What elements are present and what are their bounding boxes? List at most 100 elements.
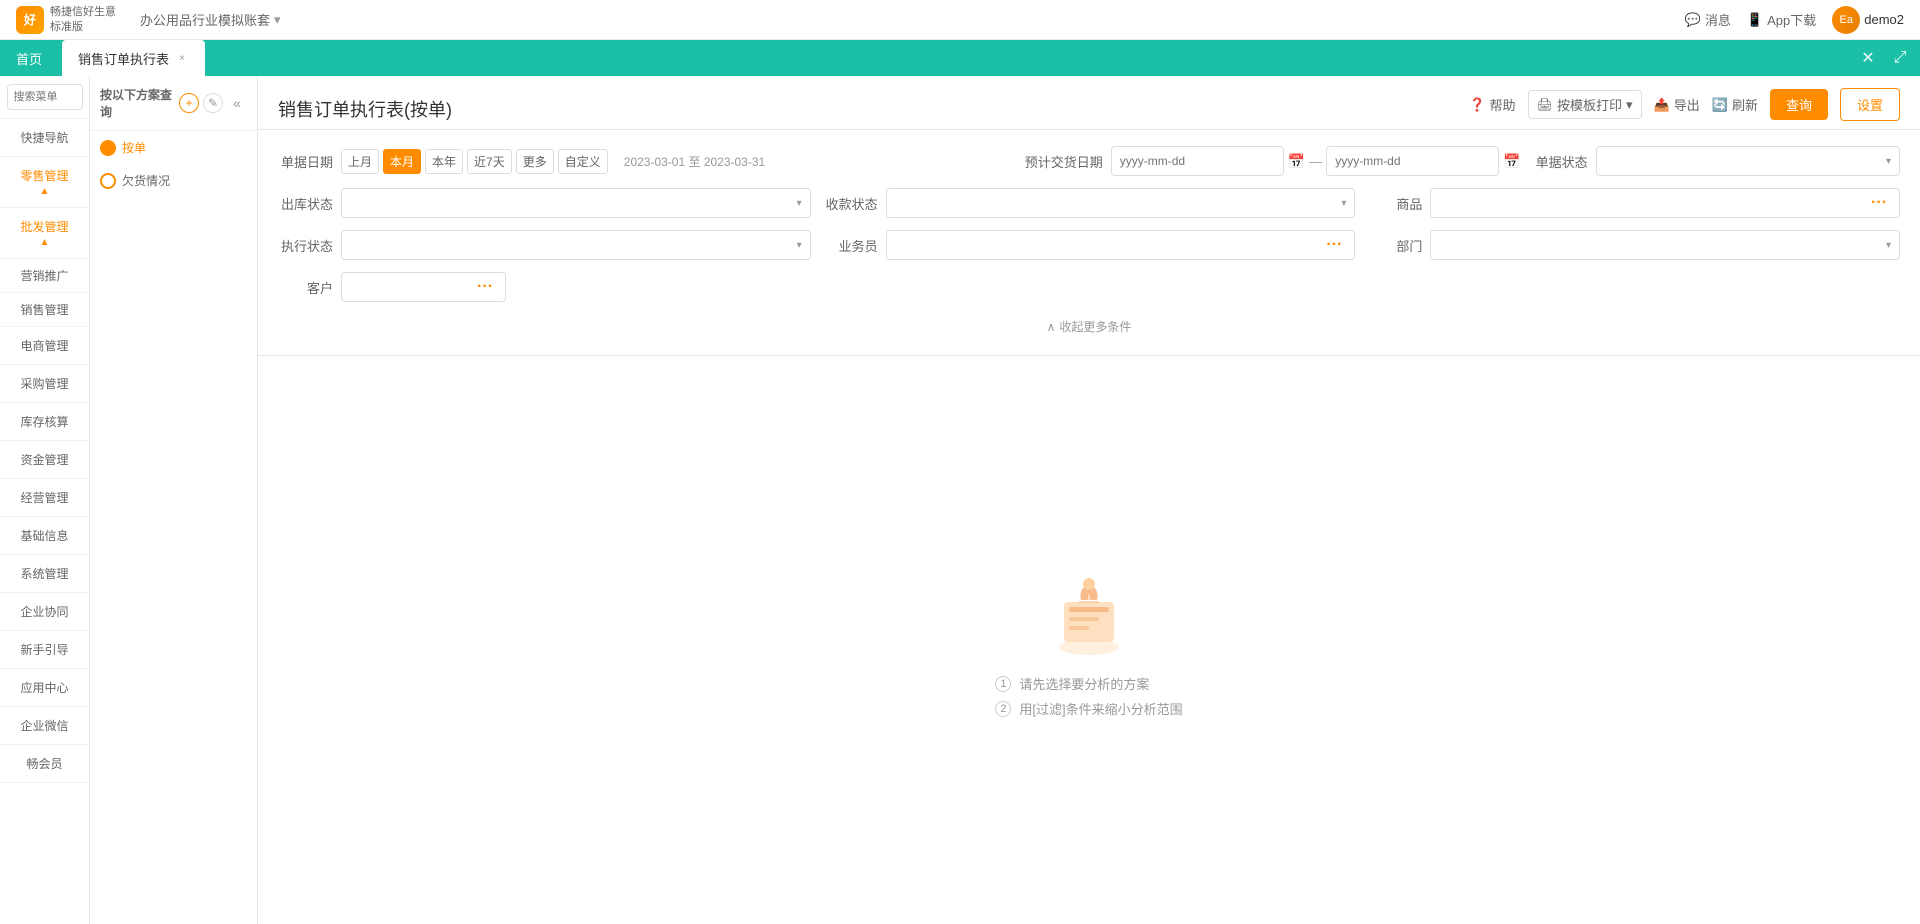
print-button[interactable]: 🖨 按模板打印 ▾	[1528, 90, 1642, 119]
scheme-item-1[interactable]: 欠货情况	[90, 164, 257, 197]
bottom-content: 1 请先选择要分析的方案 2 用[过滤]条件来缩小分析范围	[258, 356, 1920, 924]
empty-state: 1 请先选择要分析的方案 2 用[过滤]条件来缩小分析范围	[258, 356, 1920, 924]
sidebar-item-system[interactable]: 系统管理	[0, 555, 89, 593]
message-label: 消息	[1705, 10, 1731, 29]
recv-status-select[interactable]: ▾	[886, 188, 1356, 218]
app-logo-icon: 好	[16, 6, 44, 34]
date-prev-month-btn[interactable]: 上月	[341, 149, 379, 174]
out-status-label: 出库状态	[278, 194, 333, 213]
app-download-label: App下载	[1767, 10, 1816, 29]
date-filter-label: 单据日期	[278, 152, 333, 171]
exec-status-arrow: ▾	[797, 240, 802, 251]
filter-row-1: 单据日期 上月 本月 本年 近7天 更多 自定义 2023-03-01 至 20…	[278, 146, 1900, 176]
date-7days-btn[interactable]: 近7天	[467, 149, 512, 174]
tab-sales-order[interactable]: 销售订单执行表 ×	[62, 40, 205, 76]
customer-dots-btn[interactable]: ···	[473, 278, 497, 296]
sidebar-item-ecommerce[interactable]: 电商管理	[0, 327, 89, 365]
sidebar-item-appcenter[interactable]: 应用中心	[0, 669, 89, 707]
window-expand-button[interactable]: ⤢	[1888, 46, 1912, 70]
scheme-edit-button[interactable]: ✎	[203, 93, 223, 113]
expected-date-range: 📅 — 📅	[1111, 146, 1521, 176]
collapse-icon: ∧	[1047, 320, 1056, 334]
sidebar-item-newuser[interactable]: 新手引导	[0, 631, 89, 669]
tab-home[interactable]: 首页	[0, 40, 58, 76]
sidebar-item-basic-info[interactable]: 基础信息	[0, 517, 89, 555]
app-download-action[interactable]: 📱 App下载	[1747, 10, 1816, 29]
collapse-button[interactable]: ∧ 收起更多条件	[278, 314, 1900, 339]
expected-date-from-input[interactable]	[1111, 146, 1284, 176]
user-avatar: Ea	[1832, 6, 1860, 34]
print-icon: 🖨	[1537, 97, 1554, 113]
date-from-cal-icon[interactable]: 📅	[1288, 153, 1305, 170]
export-button[interactable]: 📤 导出	[1654, 95, 1700, 114]
window-close-button[interactable]: ✕	[1856, 46, 1880, 70]
dept-select[interactable]: ▾	[1430, 230, 1900, 260]
customer-input[interactable]: ···	[341, 272, 506, 302]
doc-status-select[interactable]: ▾	[1596, 146, 1900, 176]
date-year-btn[interactable]: 本年	[425, 149, 463, 174]
date-custom-btn[interactable]: 自定义	[558, 149, 608, 174]
breadcrumb-dropdown-icon[interactable]: ▾	[274, 12, 281, 28]
customer-label: 客户	[278, 278, 333, 297]
sidebar-search-item	[0, 76, 89, 119]
filter-expected-date-item: 预计交货日期 📅 — 📅	[1025, 146, 1521, 176]
dept-arrow: ▾	[1886, 240, 1891, 251]
date-more-btn[interactable]: 更多	[516, 149, 554, 174]
out-status-select[interactable]: ▾	[341, 188, 811, 218]
scheme-collapse-button[interactable]: «	[227, 93, 247, 113]
sidebar-item-fund[interactable]: 资金管理	[0, 441, 89, 479]
exec-status-select[interactable]: ▾	[341, 230, 811, 260]
date-separator: —	[1309, 154, 1322, 169]
sidebar-item-ent-wechat[interactable]: 企业微信	[0, 707, 89, 745]
sidebar-item-operation[interactable]: 经营管理	[0, 479, 89, 517]
date-to-cal-icon[interactable]: 📅	[1503, 153, 1520, 170]
expected-date-to-input[interactable]	[1326, 146, 1499, 176]
scheme-panel: 按以下方案查询 + ✎ « ● 按单 欠货情况	[90, 76, 258, 924]
scheme-panel-title: 按以下方案查询	[100, 86, 179, 120]
sidebar-item-quick-nav[interactable]: 快捷导航	[0, 119, 89, 157]
scheme-add-button[interactable]: +	[179, 93, 199, 113]
content-area: 按以下方案查询 + ✎ « ● 按单 欠货情况 销售订单执行表(按单)	[90, 76, 1920, 924]
goods-dots-btn[interactable]: ···	[1867, 194, 1891, 212]
tab-close-button[interactable]: ×	[175, 51, 189, 65]
sidebar-item-wholesale[interactable]: 批发管理 ▲	[0, 208, 89, 259]
settings-button[interactable]: 设置	[1840, 88, 1900, 121]
filter-doc-status-item: 单据状态 ▾	[1533, 146, 1900, 176]
goods-label: 商品	[1367, 194, 1422, 213]
refresh-button[interactable]: 🔄 刷新	[1712, 95, 1758, 114]
main-content: 销售订单执行表(按单) ❓ 帮助 🖨 按模板打印 ▾ 📤 导出	[258, 76, 1920, 924]
salesman-input[interactable]: ···	[886, 230, 1356, 260]
user-area[interactable]: Ea demo2	[1832, 6, 1904, 34]
empty-tip-2-text: 用[过滤]条件来缩小分析范围	[1019, 699, 1182, 718]
recv-status-label: 收款状态	[823, 194, 878, 213]
doc-status-arrow: ▾	[1886, 156, 1891, 167]
breadcrumb[interactable]: 办公用品行业模拟账套 ▾	[140, 10, 281, 29]
filter-goods-item: 商品 ···	[1367, 188, 1900, 218]
filter-row-2: 出库状态 ▾ 收款状态 ▾	[278, 188, 1900, 218]
sidebar-item-marketing[interactable]: 营销推广	[0, 259, 89, 293]
sidebar-item-vip[interactable]: 畅会员	[0, 745, 89, 783]
user-name: demo2	[1864, 12, 1904, 27]
sidebar-item-retail[interactable]: 零售管理 ▲	[0, 157, 89, 208]
query-button[interactable]: 查询	[1770, 89, 1828, 120]
salesman-dots-btn[interactable]: ···	[1322, 236, 1346, 254]
filter-out-status-item: 出库状态 ▾	[278, 188, 811, 218]
message-action[interactable]: 💬 消息	[1685, 10, 1731, 29]
page-header: 销售订单执行表(按单) ❓ 帮助 🖨 按模板打印 ▾ 📤 导出	[258, 76, 1920, 130]
print-dropdown-icon: ▾	[1626, 97, 1633, 113]
breadcrumb-text: 办公用品行业模拟账套	[140, 10, 270, 29]
goods-input[interactable]: ···	[1430, 188, 1900, 218]
sidebar-search-input[interactable]	[7, 84, 83, 110]
filter-salesman-item: 业务员 ···	[823, 230, 1356, 260]
sidebar-item-purchase[interactable]: 采购管理	[0, 365, 89, 403]
help-button[interactable]: ❓ 帮助	[1469, 95, 1515, 114]
filter-date-item: 单据日期 上月 本月 本年 近7天 更多 自定义 2023-03-01 至 20…	[278, 149, 1013, 174]
sidebar-item-sales[interactable]: 销售管理	[0, 293, 89, 327]
sidebar-item-inventory[interactable]: 库存核算	[0, 403, 89, 441]
scheme-item-0[interactable]: ● 按单	[90, 131, 257, 164]
sidebar-item-enterprise[interactable]: 企业协同	[0, 593, 89, 631]
date-range-text: 2023-03-01 至 2023-03-31	[624, 153, 765, 170]
date-curr-month-btn[interactable]: 本月	[383, 149, 421, 174]
page-title: 销售订单执行表(按单)	[278, 96, 452, 122]
sidebar: 快捷导航 零售管理 ▲ 批发管理 ▲ 营销推广 销售管理 电商管理 采购管理 库…	[0, 76, 90, 924]
